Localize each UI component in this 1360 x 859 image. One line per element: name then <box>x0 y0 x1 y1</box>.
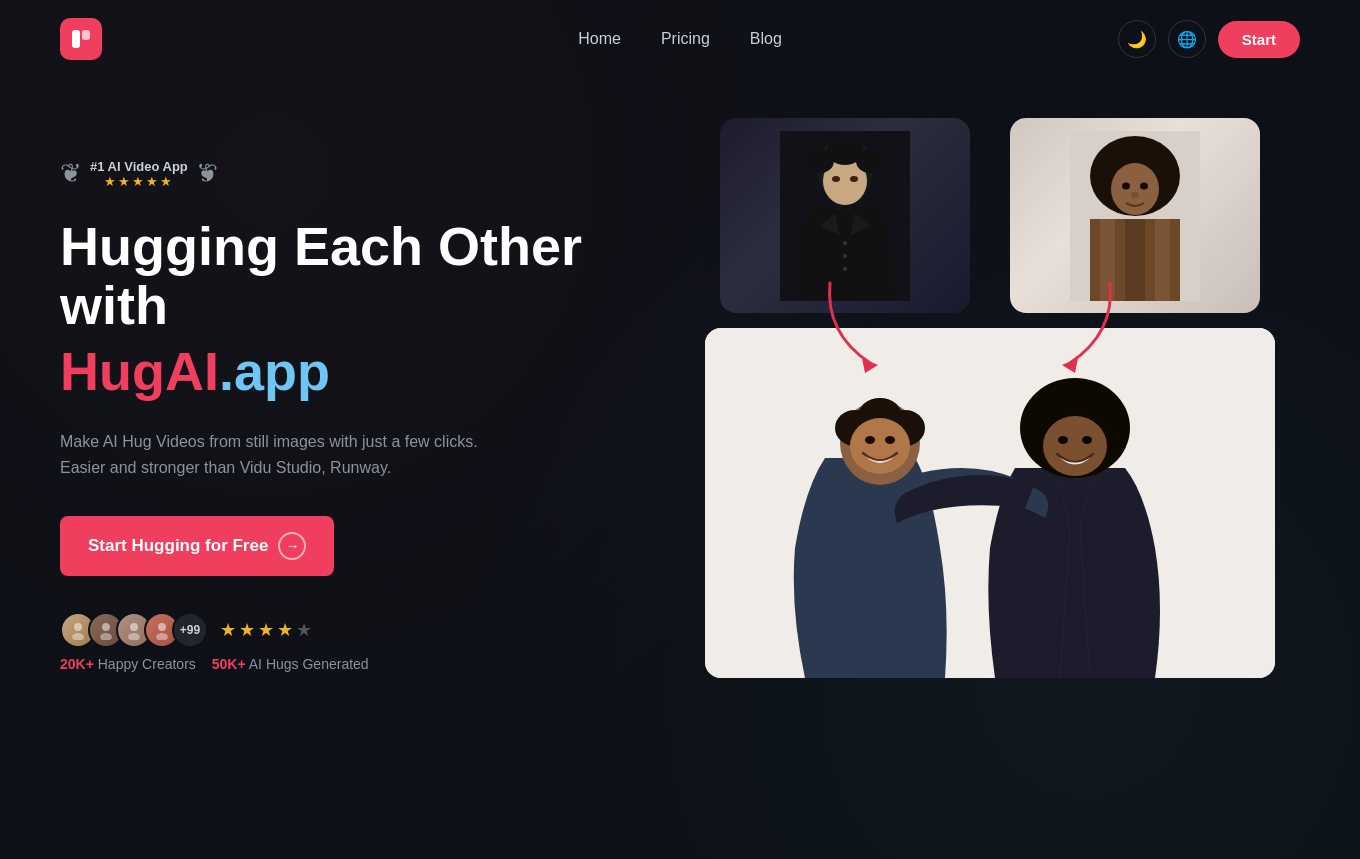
moon-icon: 🌙 <box>1127 30 1147 49</box>
stats-row: 20K+ Happy Creators 50K+ AI Hugs Generat… <box>60 656 640 672</box>
brand-name-part2: .app <box>219 341 330 401</box>
hero-right <box>680 118 1300 718</box>
hero-left: ❦ #1 AI Video App ★★★★★ ❦ Hugging Each O… <box>60 118 640 672</box>
star-5: ★ <box>296 619 312 641</box>
svg-point-43 <box>1058 436 1068 444</box>
award-title: #1 AI Video App <box>90 159 188 174</box>
dark-mode-toggle[interactable]: 🌙 <box>1118 20 1156 58</box>
hero-heading-line1: Hugging Each Other with <box>60 217 640 336</box>
svg-point-7 <box>128 633 140 640</box>
star-4: ★ <box>277 619 293 641</box>
avatars-row: +99 ★ ★ ★ ★ ★ <box>60 612 640 648</box>
svg-point-15 <box>856 149 884 173</box>
star-2: ★ <box>239 619 255 641</box>
svg-point-3 <box>72 633 84 640</box>
svg-point-26 <box>1131 192 1139 198</box>
stars-row: ★ ★ ★ ★ ★ <box>220 619 312 641</box>
result-image <box>705 328 1275 678</box>
stat-creators: 20K+ Happy Creators <box>60 656 196 672</box>
source-image-2-placeholder <box>1010 118 1260 313</box>
svg-point-16 <box>832 176 840 182</box>
svg-rect-1 <box>82 30 90 40</box>
navbar: Home Pricing Blog 🌙 🌐 Start <box>0 0 1360 78</box>
avatar-list: +99 <box>60 612 208 648</box>
laurel-left-icon: ❦ <box>60 158 82 189</box>
svg-point-24 <box>1122 182 1130 189</box>
laurel-right-icon: ❦ <box>196 158 218 189</box>
svg-point-17 <box>850 176 858 182</box>
stat-creators-count: 20K+ <box>60 656 94 672</box>
social-proof: +99 ★ ★ ★ ★ ★ 20K+ Happy Creators 50K+ A <box>60 612 640 672</box>
stat-creators-label: Happy Creators <box>98 656 196 672</box>
svg-point-9 <box>156 633 168 640</box>
svg-point-38 <box>850 418 910 474</box>
nav-home[interactable]: Home <box>578 30 621 48</box>
logo-icon <box>60 18 102 60</box>
nav-pricing[interactable]: Pricing <box>661 30 710 48</box>
svg-point-40 <box>885 436 895 444</box>
svg-point-39 <box>865 436 875 444</box>
svg-point-6 <box>130 623 138 631</box>
svg-rect-0 <box>72 30 80 48</box>
avatar-count: +99 <box>172 612 208 648</box>
stat-hugs-count: 50K+ <box>212 656 246 672</box>
stat-hugs: 50K+ AI Hugs Generated <box>212 656 369 672</box>
source-image-1 <box>720 118 970 313</box>
nav-right: 🌙 🌐 Start <box>1118 20 1300 58</box>
nav-blog[interactable]: Blog <box>750 30 782 48</box>
result-image-placeholder <box>705 328 1275 678</box>
svg-point-19 <box>843 254 847 258</box>
award-stars: ★★★★★ <box>104 174 174 189</box>
svg-rect-29 <box>1125 219 1145 301</box>
cta-button[interactable]: Start Hugging for Free → <box>60 516 334 576</box>
start-button[interactable]: Start <box>1218 21 1300 58</box>
source-image-2 <box>1010 118 1260 313</box>
star-3: ★ <box>258 619 274 641</box>
svg-point-44 <box>1082 436 1092 444</box>
cta-arrow-icon: → <box>278 532 306 560</box>
stat-hugs-label: AI Hugs Generated <box>249 656 369 672</box>
svg-point-20 <box>843 267 847 271</box>
source-image-1-placeholder <box>720 118 970 313</box>
svg-point-25 <box>1140 182 1148 189</box>
globe-icon: 🌐 <box>1177 30 1197 49</box>
language-toggle[interactable]: 🌐 <box>1168 20 1206 58</box>
svg-point-2 <box>74 623 82 631</box>
brand-name-part1: HugAI <box>60 341 219 401</box>
svg-point-23 <box>1111 163 1159 215</box>
star-1: ★ <box>220 619 236 641</box>
nav-links: Home Pricing Blog <box>578 30 782 48</box>
svg-rect-30 <box>1155 219 1170 301</box>
award-badge: ❦ #1 AI Video App ★★★★★ ❦ <box>60 158 640 189</box>
hero-section: ❦ #1 AI Video App ★★★★★ ❦ Hugging Each O… <box>0 78 1360 838</box>
hero-description: Make AI Hug Videos from still images wit… <box>60 429 520 480</box>
hero-heading-line2: HugAI.app <box>60 342 640 401</box>
cta-label: Start Hugging for Free <box>88 536 268 556</box>
logo[interactable] <box>60 18 102 60</box>
svg-point-18 <box>843 241 847 245</box>
svg-point-8 <box>158 623 166 631</box>
svg-rect-28 <box>1100 219 1115 301</box>
svg-point-4 <box>102 623 110 631</box>
svg-point-42 <box>1043 416 1107 476</box>
svg-point-5 <box>100 633 112 640</box>
